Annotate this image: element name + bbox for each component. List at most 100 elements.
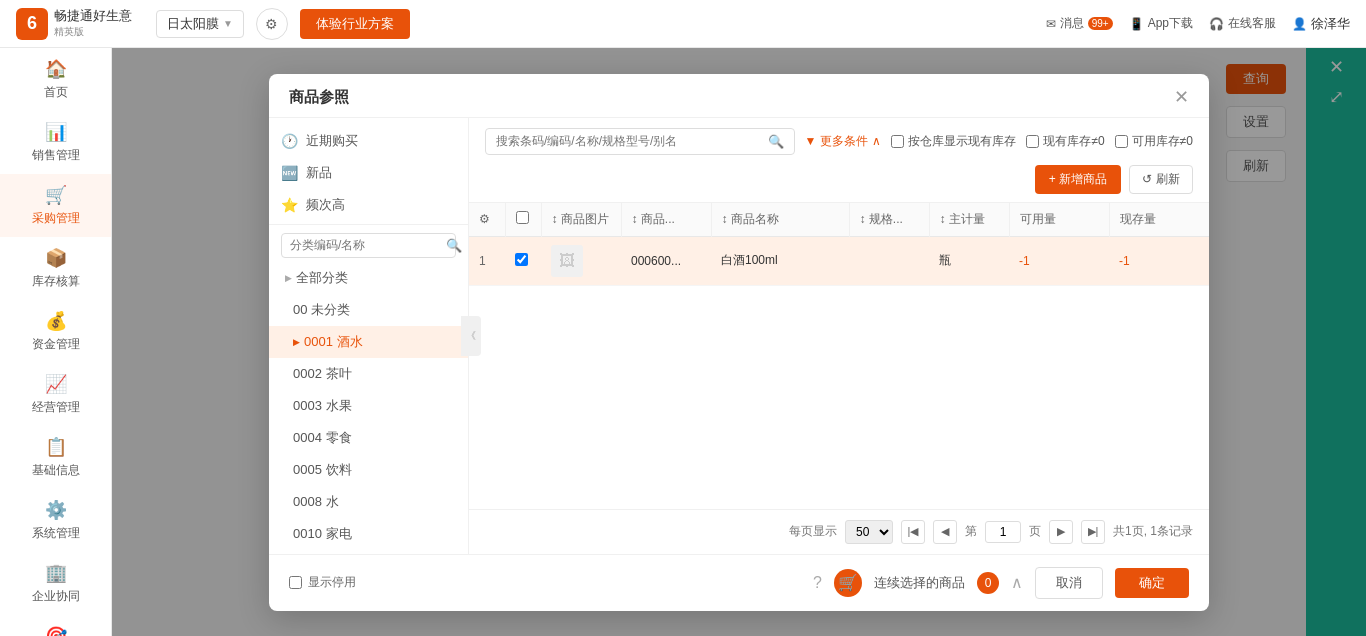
message-icon: ✉	[1046, 17, 1056, 31]
messages-badge: 99+	[1088, 17, 1113, 30]
row-code: 000600...	[621, 236, 711, 285]
cat-item-uncategorized[interactable]: 00 未分类	[269, 294, 468, 326]
quick-new-products[interactable]: 🆕 新品	[269, 158, 468, 188]
th-code[interactable]: ↕ 商品...	[621, 203, 711, 237]
sidebar-item-finance[interactable]: 💰 资金管理	[0, 300, 111, 363]
row-num: 1	[469, 236, 505, 285]
product-search-input[interactable]	[496, 134, 762, 148]
collapse-cart-icon[interactable]: ∧	[1011, 573, 1023, 592]
finance-icon: 💰	[45, 310, 67, 332]
user-profile[interactable]: 👤 徐泽华	[1292, 15, 1350, 33]
refresh-button[interactable]: ↺ 刷新	[1129, 165, 1193, 194]
sidebar-item-system[interactable]: ⚙️ 系统管理	[0, 489, 111, 552]
category-search[interactable]: 🔍	[281, 233, 456, 258]
th-settings[interactable]: ⚙	[469, 203, 505, 237]
cat-item-snacks[interactable]: 0004 零食	[269, 422, 468, 454]
disabled-checkbox[interactable]	[289, 576, 302, 589]
category-search-input[interactable]	[290, 238, 440, 252]
cat-item-appliances[interactable]: 0010 家电	[269, 518, 468, 550]
sidebar-item-guide[interactable]: 🎯 新手引导	[0, 615, 111, 636]
cat-item-water[interactable]: 0008 水	[269, 486, 468, 518]
app-download-item[interactable]: 📱 App下载	[1129, 15, 1193, 32]
footer-cart-area: ? 🛒 连续选择的商品 0 ∧ 取消 确定	[813, 567, 1189, 599]
logo-sub: 精英版	[54, 25, 132, 39]
cart-count-badge: 0	[977, 572, 999, 594]
th-checkbox[interactable]	[505, 203, 541, 237]
cat-item-all[interactable]: ▶ 全部分类	[269, 262, 468, 294]
modal-close-button[interactable]: ✕	[1174, 88, 1189, 106]
product-search-box[interactable]: 🔍	[485, 128, 795, 155]
sales-icon: 📊	[45, 121, 67, 143]
sort-icon: ↕	[722, 212, 728, 226]
category-panel: 🕐 近期购买 🆕 新品 ⭐ 频次高	[269, 118, 469, 554]
cat-item-tea[interactable]: 0002 茶叶	[269, 358, 468, 390]
sort-icon: ↕	[940, 212, 946, 226]
by-warehouse-checkbox[interactable]	[891, 135, 904, 148]
sidebar-item-purchase[interactable]: 🛒 采购管理	[0, 174, 111, 237]
content-area: 查询 设置 刷新 ✕ ⤢ 商品参照 ✕	[112, 48, 1366, 636]
last-page-button[interactable]: ▶|	[1081, 520, 1105, 544]
first-page-button[interactable]: |◀	[901, 520, 925, 544]
logo-text: 畅捷通好生意	[54, 8, 132, 25]
sidebar-item-inventory[interactable]: 📦 库存核算	[0, 237, 111, 300]
sidebar-item-enterprise[interactable]: 🏢 企业协同	[0, 552, 111, 615]
quick-high-frequency[interactable]: ⭐ 频次高	[269, 190, 468, 220]
usable-nonzero-checkbox[interactable]	[1115, 135, 1128, 148]
search-icon: 🔍	[768, 134, 784, 149]
sidebar-item-basic-info[interactable]: 📋 基础信息	[0, 426, 111, 489]
new-icon: 🆕	[281, 165, 298, 181]
checkbox-available-nonzero[interactable]: 现有库存≠0	[1026, 133, 1104, 150]
checkbox-usable-nonzero[interactable]: 可用库存≠0	[1115, 133, 1193, 150]
sidebar-item-sales[interactable]: 📊 销售管理	[0, 111, 111, 174]
info-icon: 📋	[45, 436, 67, 458]
messages-item[interactable]: ✉ 消息 99+	[1046, 15, 1113, 32]
product-table-container: ⚙ ↕ 商品图片	[469, 203, 1209, 509]
sort-icon: ↕	[860, 212, 866, 226]
th-spec[interactable]: ↕ 规格...	[849, 203, 929, 237]
help-icon[interactable]: ?	[813, 574, 822, 592]
online-service-item[interactable]: 🎧 在线客服	[1209, 15, 1276, 32]
clock-icon: 🕐	[281, 133, 298, 149]
checkbox-by-warehouse[interactable]: 按仓库显示现有库存	[891, 133, 1016, 150]
trial-button[interactable]: 体验行业方案	[300, 9, 410, 39]
refresh-icon: ↺	[1142, 172, 1152, 186]
per-page-select[interactable]: 50	[845, 520, 893, 544]
filter-bar: 🔍 ▼ 更多条件 ∧ 按仓库显示现有库存	[469, 118, 1209, 203]
nav-selector[interactable]: 日太阳膜 ▼	[156, 10, 244, 38]
select-all-checkbox[interactable]	[516, 211, 529, 224]
ops-icon: 📈	[45, 373, 67, 395]
cat-item-drinks[interactable]: 0005 饮料	[269, 454, 468, 486]
settings-icon: ⚙	[479, 212, 490, 226]
row-checkbox[interactable]	[515, 253, 528, 266]
cat-item-alcohol[interactable]: ▶ 0001 酒水	[269, 326, 468, 358]
available-nonzero-checkbox[interactable]	[1026, 135, 1039, 148]
sidebar-item-operations[interactable]: 📈 经营管理	[0, 363, 111, 426]
table-row[interactable]: 1 🖼	[469, 236, 1209, 285]
display-disabled-checkbox[interactable]: 显示停用	[289, 574, 356, 591]
th-unit[interactable]: ↕ 主计量	[929, 203, 1009, 237]
row-image-cell: 🖼	[541, 236, 621, 285]
th-stock[interactable]: 现存量	[1109, 203, 1209, 237]
cat-item-fruit[interactable]: 0003 水果	[269, 390, 468, 422]
modal-body: 🕐 近期购买 🆕 新品 ⭐ 频次高	[269, 118, 1209, 554]
cart-button[interactable]: 🛒	[834, 569, 862, 597]
th-name[interactable]: ↕ 商品名称	[711, 203, 849, 237]
row-checkbox-cell[interactable]	[505, 236, 541, 285]
page-input[interactable]	[985, 521, 1021, 543]
confirm-button[interactable]: 确定	[1115, 568, 1189, 598]
quick-recent-purchase[interactable]: 🕐 近期购买	[269, 126, 468, 156]
pagination: 每页显示 50 |◀ ◀ 第 页 ▶ ▶| 共1页, 1条记录	[469, 509, 1209, 554]
prev-page-button[interactable]: ◀	[933, 520, 957, 544]
more-filter-button[interactable]: ▼ 更多条件 ∧	[805, 133, 882, 150]
inventory-icon: 📦	[45, 247, 67, 269]
add-product-button[interactable]: + 新增商品	[1035, 165, 1121, 194]
cancel-button[interactable]: 取消	[1035, 567, 1103, 599]
row-stock: -1	[1109, 236, 1209, 285]
gear-icon[interactable]: ⚙	[256, 8, 288, 40]
modal-header: 商品参照 ✕	[269, 74, 1209, 118]
sidebar-item-home[interactable]: 🏠 首页	[0, 48, 111, 111]
active-triangle-icon: ▶	[293, 337, 300, 347]
product-table: ⚙ ↕ 商品图片	[469, 203, 1209, 286]
next-page-button[interactable]: ▶	[1049, 520, 1073, 544]
th-available[interactable]: 可用量	[1009, 203, 1109, 237]
